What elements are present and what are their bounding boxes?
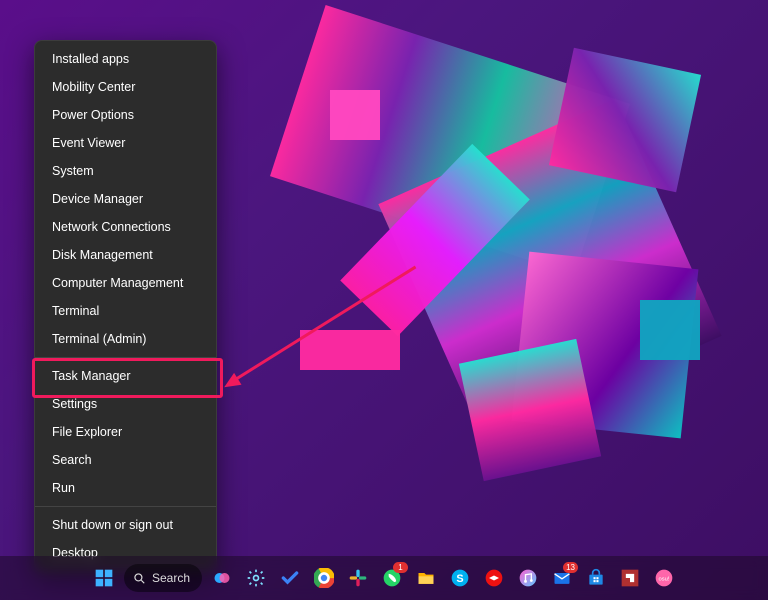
wallpaper-art (330, 90, 380, 140)
menu-item-terminal[interactable]: Terminal (38, 297, 213, 325)
taskbar-amd[interactable] (616, 564, 644, 592)
menu-item-mobility-center[interactable]: Mobility Center (38, 73, 213, 101)
taskbar-search[interactable]: Search (124, 564, 202, 592)
taskbar-mail-red[interactable] (480, 564, 508, 592)
taskbar-search-label: Search (152, 571, 190, 585)
taskbar-settings[interactable] (242, 564, 270, 592)
menu-separator (35, 357, 216, 358)
taskbar-skype[interactable]: S (446, 564, 474, 592)
menu-item-run[interactable]: Run (38, 474, 213, 502)
badge: 13 (563, 562, 578, 573)
menu-item-search[interactable]: Search (38, 446, 213, 474)
taskbar-osu[interactable]: osu! (650, 564, 678, 592)
taskbar-mail[interactable]: 13 (548, 564, 576, 592)
menu-item-installed-apps[interactable]: Installed apps (38, 45, 213, 73)
menu-item-power-options[interactable]: Power Options (38, 101, 213, 129)
svg-text:S: S (456, 573, 463, 585)
taskbar: Search 1 S 13 osu! (0, 556, 768, 600)
menu-item-network-connections[interactable]: Network Connections (38, 213, 213, 241)
taskbar-slack[interactable] (344, 564, 372, 592)
taskbar-start[interactable] (90, 564, 118, 592)
menu-item-task-manager[interactable]: Task Manager (38, 362, 213, 390)
taskbar-whatsapp[interactable]: 1 (378, 564, 406, 592)
menu-item-computer-management[interactable]: Computer Management (38, 269, 213, 297)
wallpaper-art (459, 339, 601, 481)
menu-item-terminal-admin[interactable]: Terminal (Admin) (38, 325, 213, 353)
menu-item-system[interactable]: System (38, 157, 213, 185)
menu-separator (35, 506, 216, 507)
taskbar-todo[interactable] (276, 564, 304, 592)
menu-item-settings[interactable]: Settings (38, 390, 213, 418)
menu-item-device-manager[interactable]: Device Manager (38, 185, 213, 213)
winx-context-menu: Installed appsMobility CenterPower Optio… (34, 40, 217, 572)
menu-item-file-explorer[interactable]: File Explorer (38, 418, 213, 446)
wallpaper-art (640, 300, 700, 360)
menu-item-event-viewer[interactable]: Event Viewer (38, 129, 213, 157)
taskbar-chrome[interactable] (310, 564, 338, 592)
taskbar-itunes[interactable] (514, 564, 542, 592)
menu-item-disk-management[interactable]: Disk Management (38, 241, 213, 269)
wallpaper-art (300, 330, 400, 370)
menu-item-shut-down[interactable]: Shut down or sign out (38, 511, 213, 539)
svg-text:osu!: osu! (659, 577, 670, 583)
taskbar-explorer[interactable] (412, 564, 440, 592)
taskbar-store[interactable] (582, 564, 610, 592)
badge: 1 (393, 562, 408, 573)
taskbar-copilot[interactable] (208, 564, 236, 592)
